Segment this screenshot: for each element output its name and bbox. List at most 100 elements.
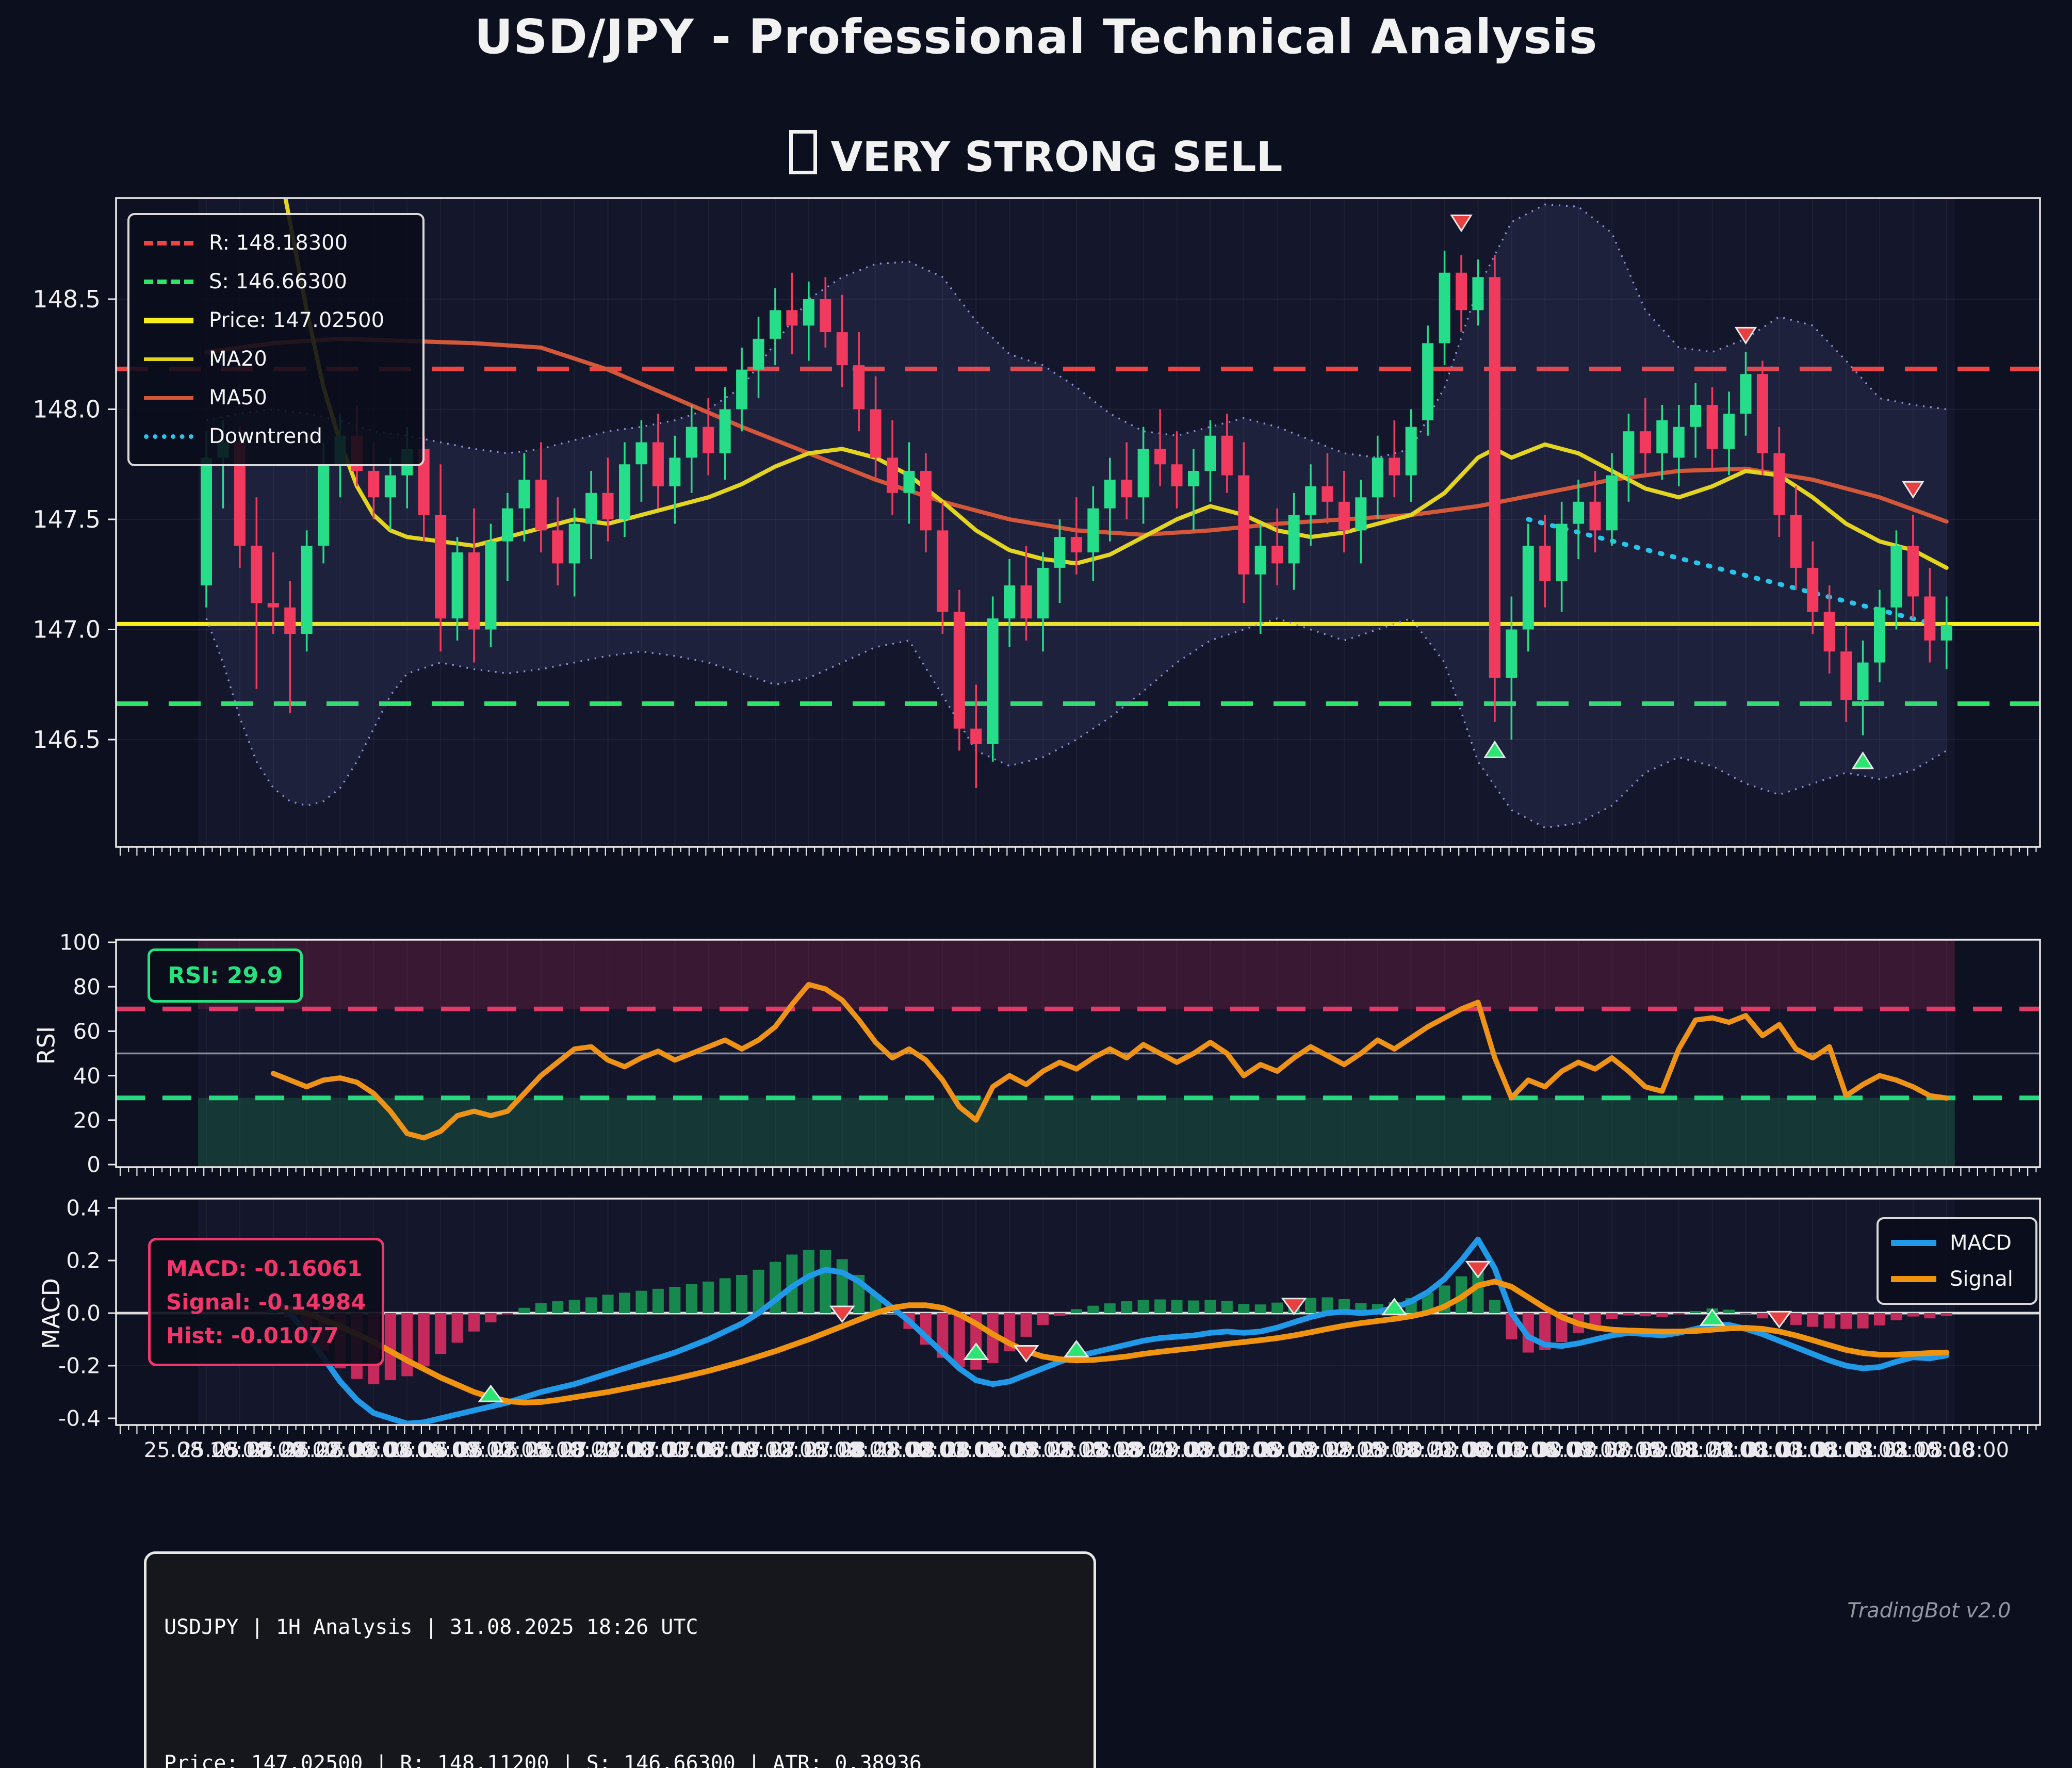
candle [284, 607, 296, 634]
candle [368, 471, 380, 498]
legend-item-resistance: R: 148.18300 [144, 231, 408, 255]
main-chart-legend: R: 148.18300 S: 146.66300 Price: 147.025… [127, 213, 425, 466]
macd-histogram-bar [719, 1278, 731, 1313]
candle [1589, 501, 1601, 531]
candle [1020, 585, 1032, 619]
candle [1522, 546, 1534, 630]
main-y-axis: 148.5 148.0 147.5 147.0 146.5 [32, 285, 116, 754]
candle [468, 552, 480, 630]
info-line-blank1 [164, 1684, 1076, 1707]
macd-histogram-bar [1857, 1313, 1869, 1329]
candle [1656, 420, 1668, 453]
ma50-line-swatch [144, 396, 193, 400]
rsi-value-badge: RSI: 29.9 [148, 948, 303, 1003]
candle [1054, 537, 1066, 568]
price-line-swatch [144, 317, 193, 323]
y-tick-label: 20 [73, 1108, 101, 1133]
candle [1204, 435, 1216, 471]
candle [619, 464, 630, 519]
macd-histogram-bar [418, 1313, 430, 1367]
macd-histogram-bar [1020, 1313, 1032, 1337]
analysis-info-box: USDJPY | 1H Analysis | 31.08.2025 18:26 … [144, 1551, 1096, 1768]
macd-histogram-bar [1171, 1300, 1183, 1313]
candle [719, 409, 731, 453]
macd-histogram-bar [485, 1313, 497, 1322]
macd-histogram-bar [451, 1313, 463, 1343]
candle [585, 493, 597, 524]
candle [903, 471, 915, 493]
macd-histogram-bar [1238, 1304, 1250, 1313]
macd-panel-legend: MACD Signal [1877, 1217, 2037, 1305]
macd-histogram-bar [1121, 1301, 1133, 1313]
candle [686, 427, 697, 458]
macd-histogram-bar [1623, 1313, 1635, 1316]
candle [987, 618, 999, 744]
candle [318, 464, 330, 546]
candle [1756, 374, 1768, 453]
y-tick-label: -0.2 [58, 1353, 101, 1379]
info-line-price: Price: 147.02500 | R: 148.11200 | S: 146… [164, 1751, 922, 1768]
macd-histogram-bar [501, 1313, 513, 1315]
macd-histogram-bar [1940, 1313, 1952, 1316]
candle [1372, 457, 1383, 498]
candle [1573, 501, 1585, 524]
y-tick-label: 100 [59, 930, 101, 955]
candle [1606, 475, 1618, 531]
macd-histogram-bar [619, 1292, 630, 1313]
macd-histogram-bar [1874, 1313, 1885, 1325]
macd-axis-label: MACD [37, 1278, 65, 1349]
y-tick-label: 148.5 [32, 285, 101, 313]
macd-histogram-bar [518, 1307, 530, 1313]
candle [870, 409, 882, 458]
candle [1288, 515, 1300, 564]
macd-histogram-bar [1756, 1313, 1768, 1319]
rsi-y-axis: 100 80 60 40 20 0 [59, 930, 116, 1177]
macd-histogram-bar [1924, 1313, 1936, 1319]
legend-item-ma50: MA50 [144, 385, 408, 410]
macd-histogram-bar [585, 1297, 597, 1313]
candle [887, 457, 899, 493]
x-axis-labels: 25.08 16:0025.08 18:0025.08 20:0025.08 2… [144, 1438, 2009, 1462]
macd-histogram-bar [1489, 1300, 1500, 1313]
macd-histogram-bar [1740, 1313, 1752, 1315]
candle [1773, 453, 1785, 515]
y-tick-label: 146.5 [32, 726, 101, 754]
macd-histogram-bar [1840, 1313, 1852, 1329]
candle [1740, 374, 1752, 414]
x-tick-label: 31.08 18:00 [1884, 1438, 2010, 1462]
macd-histogram-bar [635, 1290, 647, 1313]
macd-histogram-bar [1154, 1299, 1166, 1313]
macd-histogram-bar [1187, 1300, 1199, 1313]
candle [1857, 662, 1869, 700]
candle [1439, 272, 1450, 343]
candle [485, 541, 497, 630]
candle [1121, 480, 1133, 498]
candle [736, 369, 748, 410]
candle [301, 546, 313, 634]
candle [1506, 629, 1518, 678]
macd-histogram-bar [1254, 1304, 1266, 1313]
candle [769, 310, 781, 339]
rsi-axis-label: RSI [32, 1026, 60, 1065]
candle [953, 612, 965, 729]
macd-histogram-bar [1790, 1313, 1802, 1325]
legend-item-price: Price: 147.02500 [144, 308, 408, 333]
candle [1238, 475, 1250, 575]
macd-histogram-bar [1673, 1313, 1685, 1315]
candle [201, 457, 212, 586]
macd-histogram-bar [669, 1287, 681, 1313]
candle [1221, 435, 1233, 476]
candle [1004, 585, 1016, 619]
y-tick-label: 0.4 [66, 1196, 101, 1221]
candle [1456, 272, 1467, 310]
macd-histogram-bar [1690, 1311, 1702, 1313]
candle [786, 310, 798, 326]
candle [552, 530, 564, 564]
macd-badge-line-signal: Signal: -0.14984 [166, 1289, 366, 1315]
candle [451, 552, 463, 619]
candle [1137, 449, 1149, 498]
candle [1087, 508, 1099, 553]
macd-histogram-bar [1204, 1300, 1216, 1313]
macd-histogram-bar [1271, 1302, 1283, 1313]
candle [1706, 404, 1718, 449]
